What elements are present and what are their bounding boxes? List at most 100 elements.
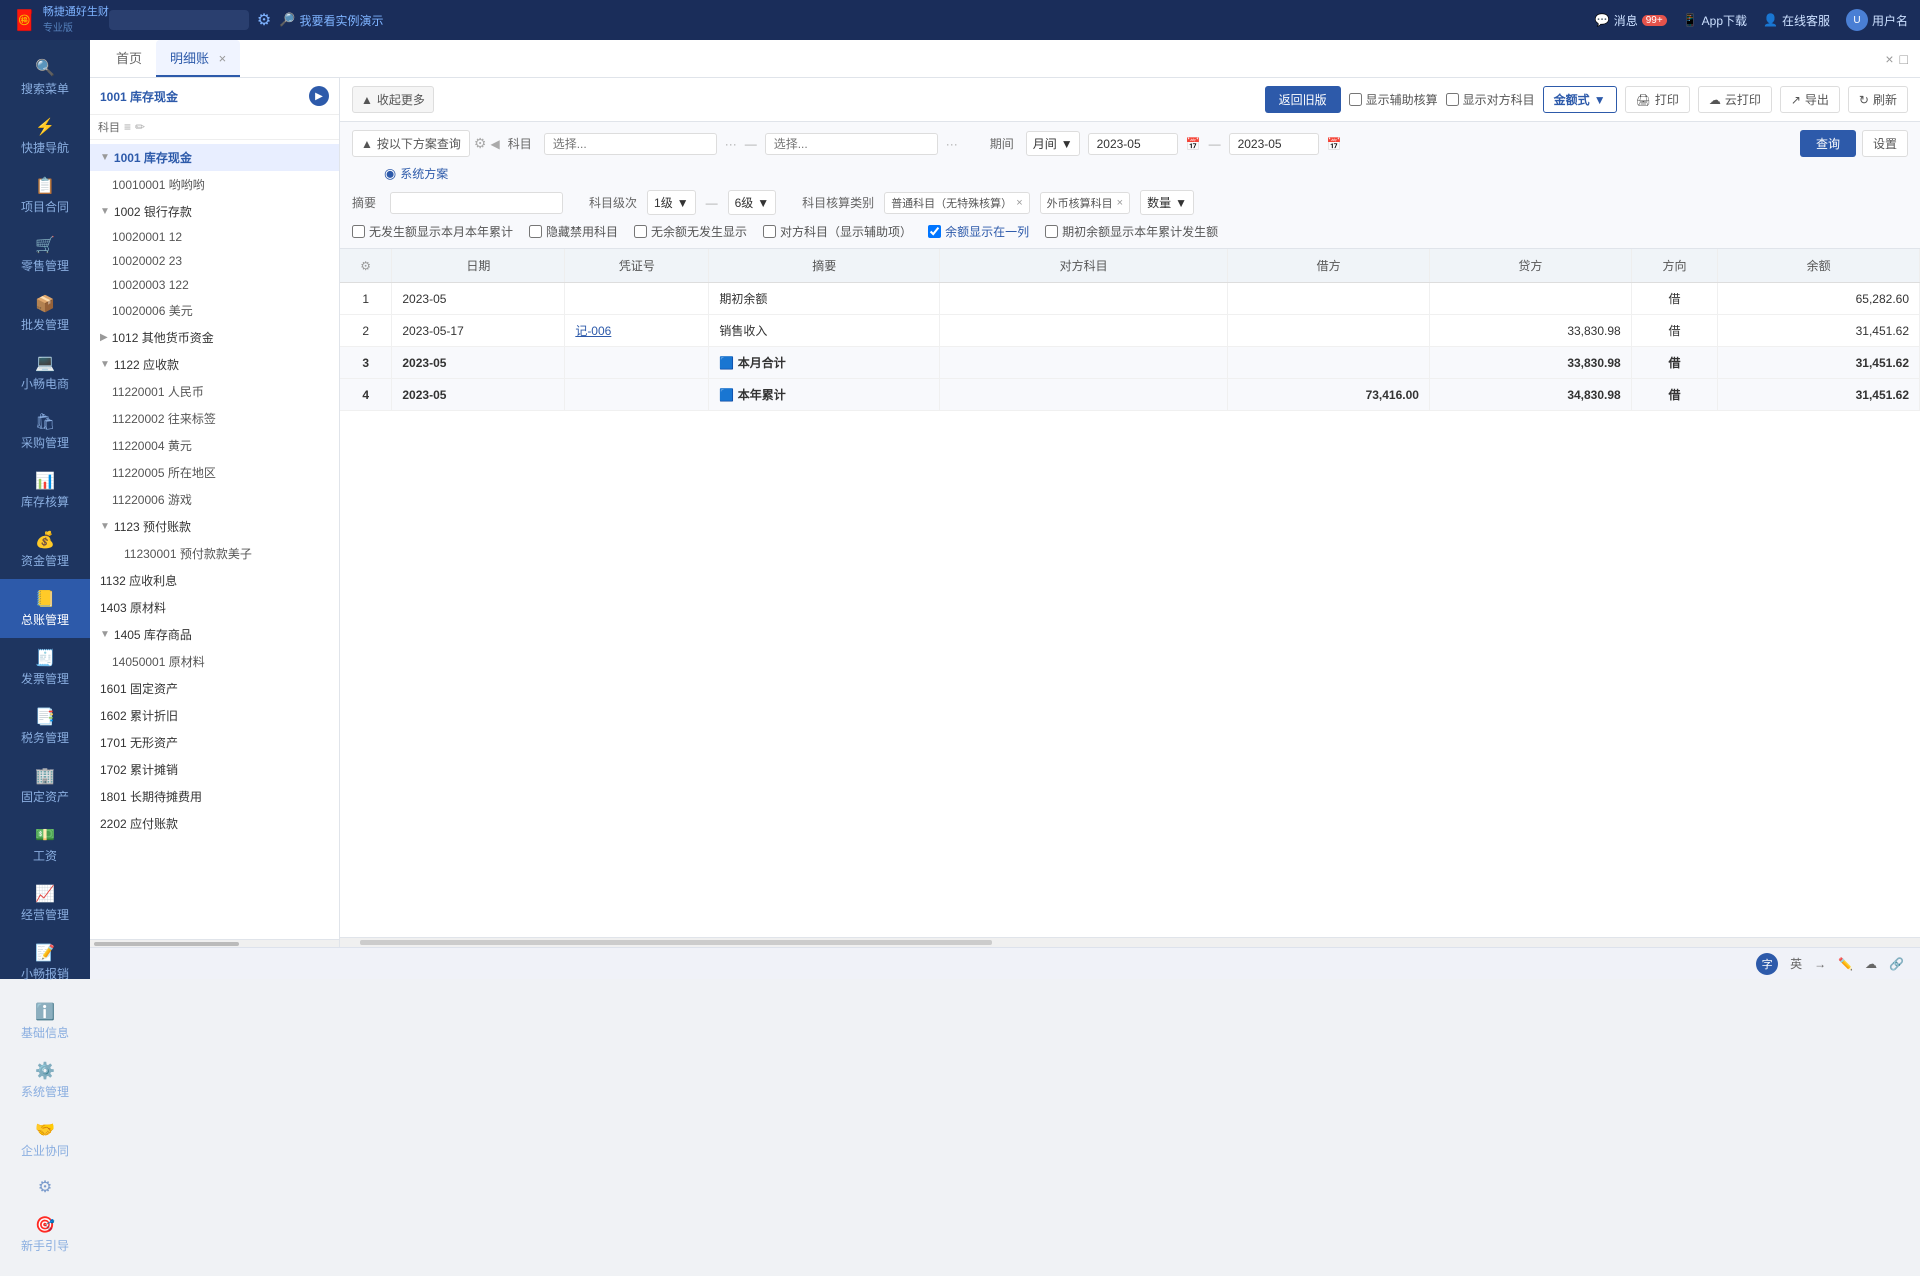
sidebar-item-inventory[interactable]: 📊 库存核算 <box>0 461 90 520</box>
sidebar-item-enterprise[interactable]: 🤝 企业协同 <box>0 1110 90 1169</box>
tree-item-1602[interactable]: 1602 累计折旧 <box>90 702 339 729</box>
cb-no-balance-show[interactable] <box>634 225 647 238</box>
amount-style-btn[interactable]: 金额式 ▼ <box>1543 86 1617 113</box>
sidebar-item-fixed-assets[interactable]: 🏢 固定资产 <box>0 756 90 815</box>
tab-maximize-btn[interactable]: □ <box>1900 51 1908 67</box>
sidebar-item-base-info[interactable]: ℹ️ 基础信息 <box>0 992 90 1051</box>
query-btn[interactable]: 查询 <box>1800 130 1856 157</box>
period-end-input[interactable] <box>1229 133 1319 155</box>
tree-item-1701[interactable]: 1701 无形资产 <box>90 729 339 756</box>
user-avatar-btn[interactable]: U 用户名 <box>1846 9 1908 31</box>
print-btn[interactable]: 🖨 打印 <box>1625 86 1690 113</box>
tree-item-1012[interactable]: ▶ 1012 其他货币资金 <box>90 324 339 351</box>
subject-type-tag-2[interactable]: 外币核算科目 × <box>1040 192 1130 214</box>
voucher-link[interactable]: 记-006 <box>575 324 611 338</box>
tab-minimize-btn[interactable]: × <box>1885 51 1893 67</box>
period-type-select[interactable]: 月间 ▼ <box>1026 131 1080 156</box>
sidebar-item-purchase[interactable]: 🛍 采购管理 <box>0 402 90 461</box>
sidebar-item-search[interactable]: 🔍 搜索菜单 <box>0 48 90 107</box>
sidebar-item-tax[interactable]: 📑 税务管理 <box>0 697 90 756</box>
end-date-icon[interactable]: 📅 <box>1327 137 1342 151</box>
system-scheme-btn[interactable]: ◉ 系统方案 <box>384 165 448 182</box>
table-gear-icon[interactable]: ⚙ <box>360 259 371 273</box>
sidebar-item-invoice[interactable]: 🧾 发票管理 <box>0 638 90 697</box>
tree-item-10020002[interactable]: 10020002 23 <box>90 249 339 273</box>
tree-item-1001[interactable]: ▼ 1001 库存现金 <box>90 144 339 171</box>
cloud-print-btn[interactable]: ☁ 云打印 <box>1698 86 1772 113</box>
top-search-input[interactable] <box>109 10 249 30</box>
bottom-lang-btn[interactable]: 英 <box>1790 955 1802 972</box>
sidebar-item-quick-nav[interactable]: ⚡ 快捷导航 <box>0 107 90 166</box>
subject-type-tag-1[interactable]: 普通科目（无特殊核算） × <box>884 192 1029 214</box>
account-nav-arrow[interactable]: ▶ <box>309 86 329 106</box>
sidebar-item-system[interactable]: ⚙️ 系统管理 <box>0 1051 90 1110</box>
period-start-input[interactable] <box>1088 133 1178 155</box>
tab-close-btn[interactable]: × <box>219 51 227 66</box>
tree-item-1601[interactable]: 1601 固定资产 <box>90 675 339 702</box>
demo-link[interactable]: 🔎 我要看实例演示 <box>279 12 383 29</box>
show-contra-input[interactable] <box>1446 93 1459 106</box>
message-btn[interactable]: 💬 消息 99+ <box>1595 12 1667 29</box>
level-to-select[interactable]: 6级 ▼ <box>728 190 777 215</box>
tree-item-11220001[interactable]: 11220001 人民币 <box>90 378 339 405</box>
return-old-btn[interactable]: 返回旧版 <box>1265 86 1341 113</box>
account-tree-scrollbar[interactable] <box>90 939 339 947</box>
tab-home[interactable]: 首页 <box>102 40 156 77</box>
online-service-btn[interactable]: 👤 在线客服 <box>1763 12 1830 29</box>
bottom-eat-btn[interactable]: 字 <box>1756 953 1778 975</box>
tree-item-1702[interactable]: 1702 累计摊销 <box>90 756 339 783</box>
show-aux-input[interactable] <box>1349 93 1362 106</box>
sidebar-item-guide[interactable]: 🎯 新手引导 <box>17 1205 73 1264</box>
checkbox-balance-one-row[interactable]: 余额显示在一列 <box>928 223 1029 240</box>
show-contra-checkbox[interactable]: 显示对方科目 <box>1446 91 1535 108</box>
tag-close-2[interactable]: × <box>1117 197 1123 209</box>
tree-item-1123[interactable]: ▼ 1123 预付账款 <box>90 513 339 540</box>
export-btn[interactable]: ↗ 导出 <box>1780 86 1840 113</box>
cb-balance-one-row[interactable] <box>928 225 941 238</box>
bottom-link-btn[interactable]: 🔗 <box>1889 957 1904 971</box>
sidebar-item-salary[interactable]: 💵 工资 <box>0 815 90 874</box>
tree-item-2202[interactable]: 2202 应付账款 <box>90 810 339 837</box>
subject-input-1[interactable] <box>544 133 717 155</box>
tree-item-1132[interactable]: 1132 应收利息 <box>90 567 339 594</box>
tree-item-1801[interactable]: 1801 长期待摊费用 <box>90 783 339 810</box>
level-from-select[interactable]: 1级 ▼ <box>647 190 696 215</box>
sidebar-item-ledger[interactable]: 📒 总账管理 <box>0 579 90 638</box>
tree-item-11230001[interactable]: 11230001 预付款款美子 <box>90 540 339 567</box>
checkbox-no-balance-show[interactable]: 无余额无发生显示 <box>634 223 747 240</box>
sidebar-gear-btn[interactable]: ⚙ <box>17 1169 73 1205</box>
tree-item-10020006[interactable]: 10020006 美元 <box>90 297 339 324</box>
tree-item-11220004[interactable]: 11220004 黄元 <box>90 432 339 459</box>
summary-input[interactable] <box>390 192 563 214</box>
sidebar-item-ecommerce[interactable]: 💻 小畅电商 <box>0 343 90 402</box>
show-aux-checkbox[interactable]: 显示辅助核算 <box>1349 91 1438 108</box>
setting-btn[interactable]: 设置 <box>1862 130 1908 157</box>
quantity-select[interactable]: 数量 ▼ <box>1140 190 1194 215</box>
checkbox-no-balance[interactable]: 无发生额显示本月本年累计 <box>352 223 513 240</box>
sidebar-item-finance[interactable]: 💰 资金管理 <box>0 520 90 579</box>
bottom-tool-btn[interactable]: → <box>1814 957 1826 971</box>
cb-contra-show[interactable] <box>763 225 776 238</box>
bottom-edit-btn[interactable]: ✏️ <box>1838 957 1853 971</box>
tree-item-11220006[interactable]: 11220006 游戏 <box>90 486 339 513</box>
refresh-btn[interactable]: ↻ 刷新 <box>1848 86 1908 113</box>
tree-item-11220002[interactable]: 11220002 往来标签 <box>90 405 339 432</box>
settings-filter-icon[interactable]: ⚙ <box>474 135 487 152</box>
tree-item-10010001[interactable]: 10010001 哟哟哟 <box>90 171 339 198</box>
sidebar-item-retail[interactable]: 🛒 零售管理 <box>0 225 90 284</box>
cb-no-balance[interactable] <box>352 225 365 238</box>
tree-item-11220005[interactable]: 11220005 所在地区 <box>90 459 339 486</box>
sidebar-item-sales-report[interactable]: 📝 小畅报销 <box>0 933 90 992</box>
tree-item-1122[interactable]: ▼ 1122 应收款 <box>90 351 339 378</box>
checkbox-init-balance[interactable]: 期初余额显示本年累计发生额 <box>1045 223 1218 240</box>
checkbox-contra-show[interactable]: 对方科目（显示辅助项） <box>763 223 912 240</box>
cb-hide-disabled[interactable] <box>529 225 542 238</box>
tree-item-1405[interactable]: ▼ 1405 库存商品 <box>90 621 339 648</box>
sidebar-item-operations[interactable]: 📈 经营管理 <box>0 874 90 933</box>
tree-item-14050001[interactable]: 14050001 原材料 <box>90 648 339 675</box>
scheme-btn[interactable]: ▲ 按以下方案查询 <box>352 130 470 157</box>
settings-icon[interactable]: ⚙ <box>257 10 271 30</box>
expand-btn[interactable]: ▲ 收起更多 <box>352 86 434 113</box>
subject-input-2[interactable] <box>765 133 938 155</box>
start-date-icon[interactable]: 📅 <box>1186 137 1201 151</box>
